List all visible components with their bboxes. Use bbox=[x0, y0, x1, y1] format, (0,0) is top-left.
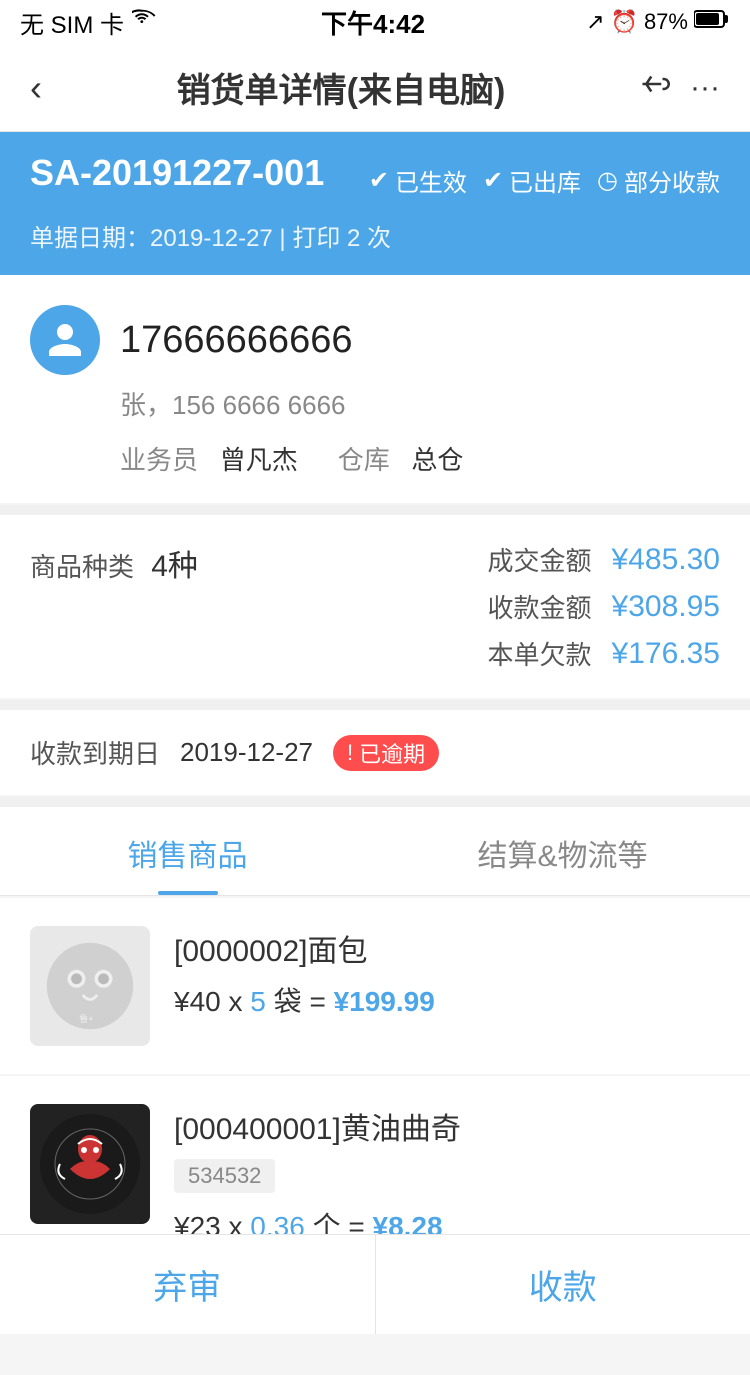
status-badge-activated: ✔ 已生效 bbox=[369, 163, 467, 198]
customer-meta: 业务员 曾凡杰 仓库 总仓 bbox=[120, 440, 720, 477]
nav-actions: ··· bbox=[640, 69, 720, 107]
overdue-date: 2019-12-27 bbox=[180, 737, 313, 768]
check-icon-1: ✔ bbox=[369, 166, 389, 195]
overdue-badge: ! 已逾期 bbox=[333, 735, 439, 771]
battery-icon bbox=[694, 9, 730, 35]
separator-2 bbox=[0, 700, 750, 710]
product-tag-2: 534532 bbox=[174, 1159, 275, 1193]
stats-payment-row: 收款金额 ¥308.95 bbox=[488, 588, 720, 625]
customer-section: 17666666666 张，156 6666 6666 业务员 曾凡杰 仓库 总… bbox=[0, 275, 750, 503]
status-right: ↗ ⏰ 87% bbox=[586, 9, 730, 35]
product-info-1: [0000002]面包 ¥40 x 5 袋 = ¥199.99 bbox=[174, 926, 720, 1020]
product-info-2: [000400001]黄油曲奇 534532 ¥23 x 0.36 个 = ¥8… bbox=[174, 1104, 720, 1245]
share-button[interactable] bbox=[640, 69, 670, 107]
overdue-label: 收款到期日 bbox=[30, 734, 160, 771]
salesperson-value: 曾凡杰 bbox=[220, 445, 298, 475]
overdue-icon: ! bbox=[347, 740, 353, 766]
alarm-icon: ⏰ bbox=[611, 9, 638, 35]
check-icon-2: ✔ bbox=[483, 166, 503, 195]
product-name-1: [0000002]面包 bbox=[174, 926, 720, 970]
status-badge-partial: ◷ 部分收款 bbox=[597, 163, 720, 198]
product-total-1: ¥199.99 bbox=[334, 986, 435, 1017]
status-time: 下午4:42 bbox=[321, 4, 425, 41]
customer-contact: 张，156 6666 6666 bbox=[120, 385, 720, 422]
product-thumb-2 bbox=[30, 1104, 150, 1224]
tab-sales-products[interactable]: 销售商品 bbox=[0, 807, 375, 895]
overdue-section: 收款到期日 2019-12-27 ! 已逾期 bbox=[0, 710, 750, 795]
separator-1 bbox=[0, 505, 750, 515]
status-bar: 无 SIM 卡 下午4:42 ↗ ⏰ 87% bbox=[0, 0, 750, 44]
avatar bbox=[30, 305, 100, 375]
warehouse-value: 总仓 bbox=[411, 445, 463, 475]
product-thumb-1: 鲁+ bbox=[30, 926, 150, 1046]
product-qty-1: 5 bbox=[250, 986, 266, 1017]
tabs-section: 销售商品 结算&物流等 bbox=[0, 807, 750, 896]
stats-owe-row: 本单欠款 ¥176.35 bbox=[488, 635, 720, 672]
cancel-button[interactable]: 弃审 bbox=[0, 1235, 376, 1334]
product-name-2: [000400001]黄油曲奇 bbox=[174, 1104, 720, 1148]
bottom-bar: 弃审 收款 bbox=[0, 1234, 750, 1334]
more-button[interactable]: ··· bbox=[690, 71, 720, 105]
status-badge-shipped: ✔ 已出库 bbox=[483, 163, 581, 198]
stats-right: 成交金额 ¥485.30 收款金额 ¥308.95 本单欠款 ¥176.35 bbox=[488, 541, 720, 672]
confirm-button[interactable]: 收款 bbox=[376, 1235, 750, 1334]
battery-label: 87% bbox=[644, 9, 688, 35]
owe-label: 本单欠款 bbox=[488, 635, 592, 672]
amount-value: ¥485.30 bbox=[612, 543, 720, 577]
stats-amount-row: 成交金额 ¥485.30 bbox=[488, 541, 720, 578]
tab-settlement[interactable]: 结算&物流等 bbox=[375, 807, 750, 895]
order-header: SA-20191227-001 ✔ 已生效 ✔ 已出库 ◷ 部分收款 单据日期：… bbox=[0, 132, 750, 275]
order-id: SA-20191227-001 bbox=[30, 152, 324, 194]
amount-label: 成交金额 bbox=[488, 541, 592, 578]
products-section: 鲁+ [0000002]面包 ¥40 x 5 袋 = ¥199.99 bbox=[0, 898, 750, 1273]
payment-label: 收款金额 bbox=[488, 588, 592, 625]
product-price-1: ¥40 x 5 袋 = ¥199.99 bbox=[174, 980, 720, 1020]
wifi-icon bbox=[132, 8, 160, 36]
product-type-label: 商品种类 bbox=[30, 552, 134, 582]
carrier-label: 无 SIM 卡 bbox=[20, 5, 124, 40]
separator-3 bbox=[0, 797, 750, 807]
status-left: 无 SIM 卡 bbox=[20, 5, 160, 40]
stats-left: 商品种类 4种 bbox=[30, 541, 198, 585]
clock-icon: ◷ bbox=[597, 166, 618, 195]
status-badges: ✔ 已生效 ✔ 已出库 ◷ 部分收款 bbox=[369, 163, 720, 198]
svg-text:鲁+: 鲁+ bbox=[79, 1013, 93, 1024]
location-icon: ↗ bbox=[586, 9, 604, 35]
nav-bar: ‹ 销货单详情(来自电脑) ··· bbox=[0, 44, 750, 132]
payment-value: ¥308.95 bbox=[612, 590, 720, 624]
stats-section: 商品种类 4种 成交金额 ¥485.30 收款金额 ¥308.95 本单欠款 ¥… bbox=[0, 515, 750, 698]
warehouse-label: 仓库 bbox=[338, 445, 390, 475]
page-title: 销货单详情(来自电脑) bbox=[177, 63, 506, 112]
back-button[interactable]: ‹ bbox=[30, 67, 42, 109]
list-item: 鲁+ [0000002]面包 ¥40 x 5 袋 = ¥199.99 bbox=[0, 898, 750, 1074]
owe-value: ¥176.35 bbox=[612, 637, 720, 671]
salesperson-label: 业务员 bbox=[120, 445, 198, 475]
customer-row: 17666666666 bbox=[30, 305, 720, 375]
tabs-row: 销售商品 结算&物流等 bbox=[0, 807, 750, 896]
product-type-value: 4种 bbox=[151, 550, 198, 583]
order-date-line: 单据日期：2019-12-27 | 打印 2 次 bbox=[30, 218, 720, 253]
customer-id: 17666666666 bbox=[120, 319, 352, 362]
